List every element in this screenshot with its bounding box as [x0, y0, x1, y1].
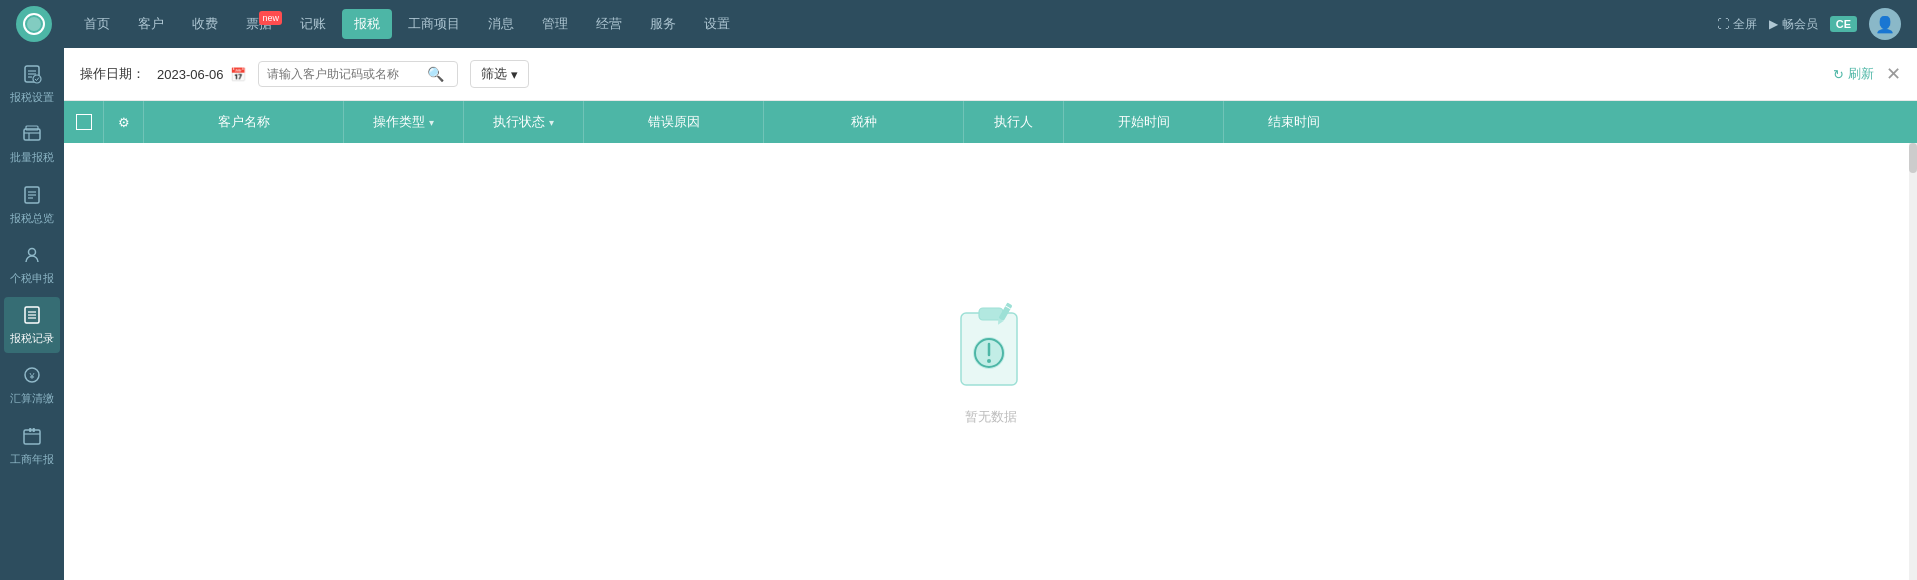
member-button[interactable]: ▶ 畅会员: [1769, 16, 1818, 33]
nav-item-operation[interactable]: 经营: [584, 9, 634, 39]
table-header: ⚙ 客户名称 操作类型 ▾ 执行状态 ▾ 错误原因 税种: [64, 101, 1917, 143]
th-tax-type: 税种: [764, 101, 964, 143]
search-box[interactable]: 🔍: [258, 61, 458, 87]
sidebar-label-tax-settings: 报税设置: [10, 90, 54, 104]
svg-point-13: [29, 248, 36, 255]
svg-rect-5: [24, 129, 40, 140]
svg-rect-22: [29, 428, 32, 432]
settings-icon: ⚙: [118, 115, 130, 130]
svg-rect-23: [33, 428, 36, 432]
nav-menu: 首页 客户 收费 票据new 记账 报税 工商项目 消息 管理 经营 服务 设置: [72, 9, 1717, 39]
personal-tax-icon: [22, 245, 42, 268]
empty-illustration-svg: [951, 298, 1031, 398]
member-icon: ▶: [1769, 17, 1778, 31]
sort-icon-status: ▾: [549, 117, 554, 128]
sidebar-label-settlement: 汇算清缴: [10, 391, 54, 405]
user-avatar[interactable]: 👤: [1869, 8, 1901, 40]
toolbar: 操作日期： 2023-06-06 📅 🔍 筛选 ▾ ↻ 刷新 ✕: [64, 48, 1917, 101]
avatar-icon: 👤: [1875, 15, 1895, 34]
svg-point-29: [987, 359, 991, 363]
svg-point-4: [33, 75, 41, 83]
sidebar-label-tax-record: 报税记录: [10, 331, 54, 345]
empty-state: 暂无数据: [951, 298, 1031, 426]
filter-button[interactable]: 筛选 ▾: [470, 60, 529, 88]
nav-item-accounting[interactable]: 记账: [288, 9, 338, 39]
date-value: 2023-06-06: [157, 67, 224, 82]
sidebar-label-personal-tax: 个税申报: [10, 271, 54, 285]
batch-tax-icon: [22, 124, 42, 147]
ce-badge: CE: [1830, 16, 1857, 32]
sidebar-item-annual-report[interactable]: 工商年报: [4, 418, 60, 474]
main-layout: 报税设置 批量报税 报税总览: [0, 48, 1917, 580]
nav-item-fee[interactable]: 收费: [180, 9, 230, 39]
sort-icon-operation: ▾: [429, 117, 434, 128]
refresh-label: 刷新: [1848, 65, 1874, 83]
th-exec-status[interactable]: 执行状态 ▾: [464, 101, 584, 143]
tax-overview-icon: [22, 185, 42, 208]
sidebar-item-tax-overview[interactable]: 报税总览: [4, 177, 60, 233]
new-badge: new: [259, 11, 282, 25]
date-picker[interactable]: 2023-06-06 📅: [157, 67, 246, 82]
search-icon[interactable]: 🔍: [427, 66, 444, 82]
sidebar-item-settlement[interactable]: ¥ 汇算清缴: [4, 357, 60, 413]
select-all-checkbox[interactable]: [76, 114, 92, 130]
nav-item-service[interactable]: 服务: [638, 9, 688, 39]
sidebar: 报税设置 批量报税 报税总览: [0, 48, 64, 580]
th-executor: 执行人: [964, 101, 1064, 143]
sidebar-item-tax-record[interactable]: 报税记录: [4, 297, 60, 353]
calendar-icon[interactable]: 📅: [230, 67, 246, 82]
top-navigation: 首页 客户 收费 票据new 记账 报税 工商项目 消息 管理 经营 服务 设置…: [0, 0, 1917, 48]
svg-rect-20: [24, 430, 40, 444]
app-logo[interactable]: [16, 6, 52, 42]
nav-item-manage[interactable]: 管理: [530, 9, 580, 39]
nav-item-invoice[interactable]: 票据new: [234, 9, 284, 39]
sidebar-label-annual-report: 工商年报: [10, 452, 54, 466]
th-settings[interactable]: ⚙: [104, 101, 144, 143]
chevron-down-icon: ▾: [511, 67, 518, 82]
search-input[interactable]: [267, 67, 427, 81]
refresh-icon: ↻: [1833, 67, 1844, 82]
scroll-thumb[interactable]: [1909, 143, 1917, 173]
nav-item-settings[interactable]: 设置: [692, 9, 742, 39]
table-container: ⚙ 客户名称 操作类型 ▾ 执行状态 ▾ 错误原因 税种: [64, 101, 1917, 580]
nav-item-home[interactable]: 首页: [72, 9, 122, 39]
th-start-time: 开始时间: [1064, 101, 1224, 143]
sidebar-label-tax-overview: 报税总览: [10, 211, 54, 225]
th-checkbox[interactable]: [64, 101, 104, 143]
fullscreen-button[interactable]: ⛶ 全屏: [1717, 16, 1757, 33]
th-customer-name: 客户名称: [144, 101, 344, 143]
nav-item-message[interactable]: 消息: [476, 9, 526, 39]
member-label: 畅会员: [1782, 16, 1818, 33]
sidebar-label-batch-tax: 批量报税: [10, 150, 54, 164]
tax-settings-icon: [22, 64, 42, 87]
empty-text: 暂无数据: [965, 408, 1017, 426]
filter-label: 筛选: [481, 65, 507, 83]
refresh-button[interactable]: ↻ 刷新: [1833, 65, 1874, 83]
fullscreen-label: 全屏: [1733, 16, 1757, 33]
th-end-time: 结束时间: [1224, 101, 1364, 143]
nav-item-tax[interactable]: 报税: [342, 9, 392, 39]
annual-report-icon: [22, 426, 42, 449]
sidebar-item-batch-tax[interactable]: 批量报税: [4, 116, 60, 172]
nav-right-area: ⛶ 全屏 ▶ 畅会员 CE 👤: [1717, 8, 1901, 40]
fullscreen-icon: ⛶: [1717, 17, 1729, 31]
tax-record-icon: [22, 305, 42, 328]
close-button[interactable]: ✕: [1886, 65, 1901, 83]
sidebar-item-tax-settings[interactable]: 报税设置: [4, 56, 60, 112]
scrollbar[interactable]: [1909, 143, 1917, 580]
th-error-reason: 错误原因: [584, 101, 764, 143]
nav-item-business[interactable]: 工商项目: [396, 9, 472, 39]
content-area: 操作日期： 2023-06-06 📅 🔍 筛选 ▾ ↻ 刷新 ✕: [64, 48, 1917, 580]
nav-item-customer[interactable]: 客户: [126, 9, 176, 39]
table-body: 暂无数据: [64, 143, 1917, 580]
th-operation-type[interactable]: 操作类型 ▾: [344, 101, 464, 143]
settlement-icon: ¥: [22, 365, 42, 388]
date-label: 操作日期：: [80, 65, 145, 83]
sidebar-item-personal-tax[interactable]: 个税申报: [4, 237, 60, 293]
svg-text:¥: ¥: [28, 371, 35, 381]
